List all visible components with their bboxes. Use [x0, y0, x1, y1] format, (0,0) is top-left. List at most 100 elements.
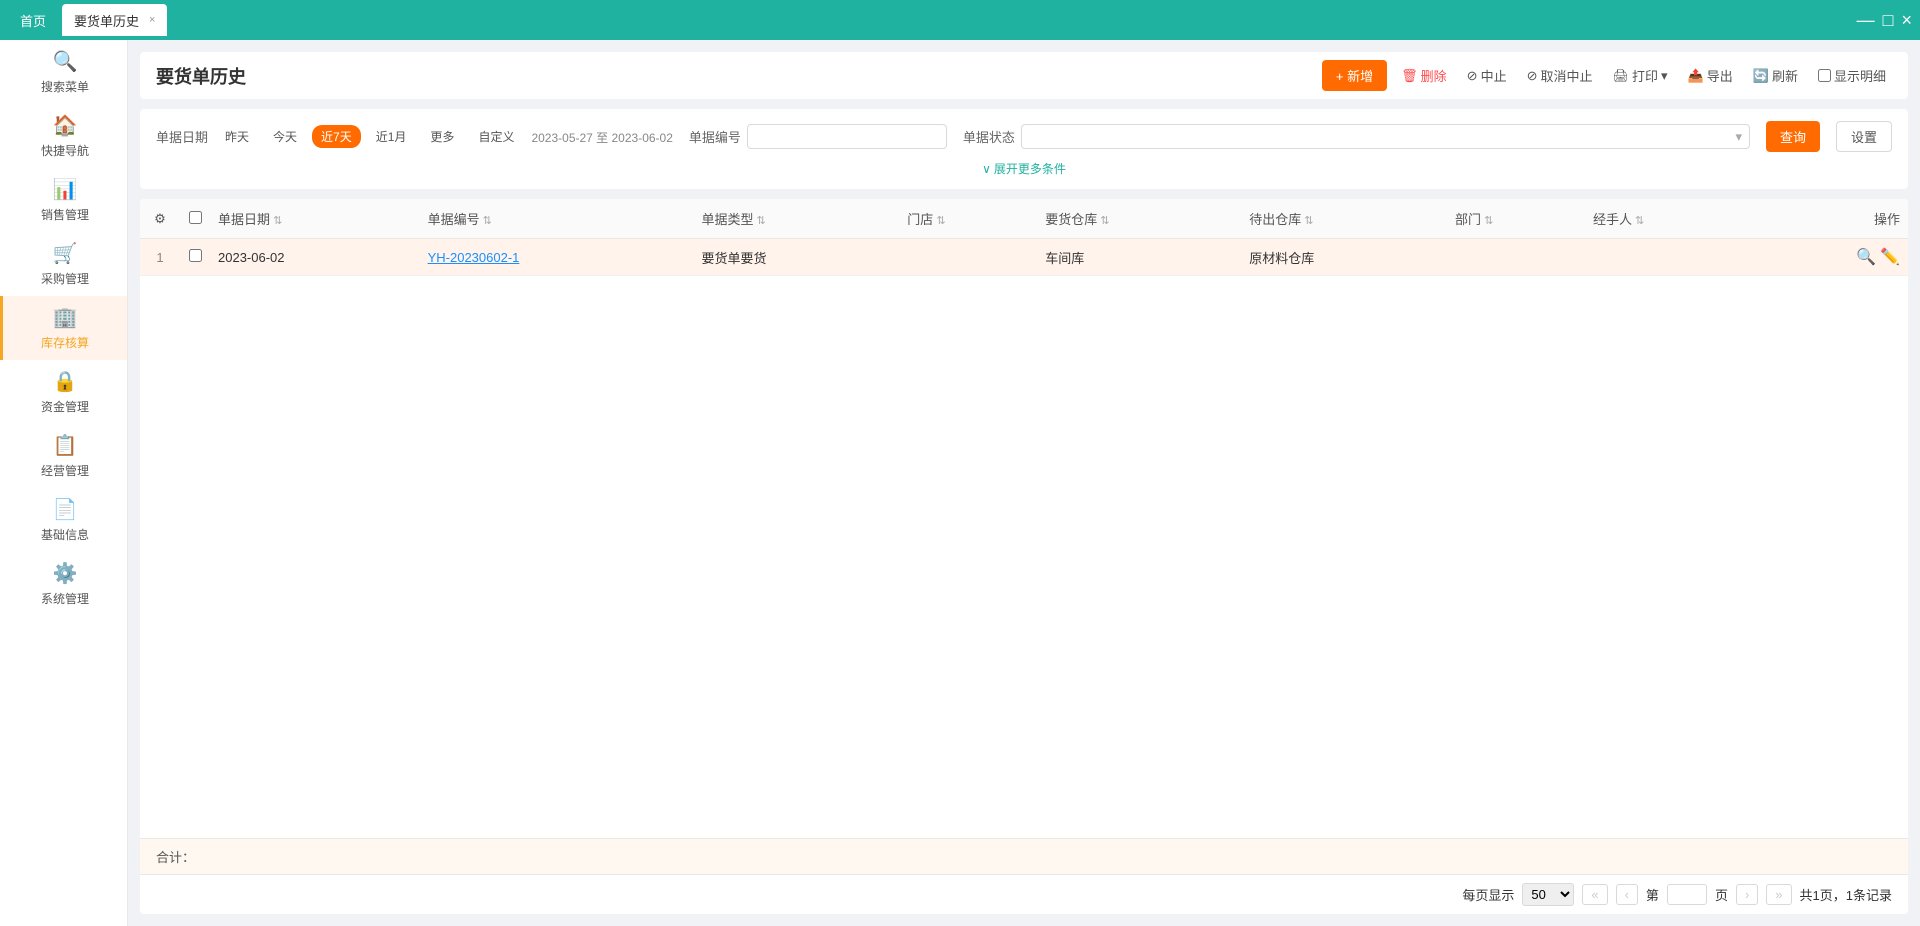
col-doctype[interactable]: 单据类型 — [693, 199, 899, 239]
date-btn-more[interactable]: 更多 — [421, 125, 463, 148]
first-page-button[interactable]: « — [1582, 884, 1607, 905]
delete-label: 删除 — [1421, 66, 1447, 85]
close-window-icon[interactable]: × — [1901, 10, 1912, 31]
print-button[interactable]: 🖨 打印 ▾ — [1607, 62, 1674, 89]
sidebar-item-search-label: 搜索菜单 — [41, 78, 89, 95]
lock-icon: 🔒 — [53, 369, 78, 394]
chart-icon: 📊 — [53, 177, 78, 202]
sidebar-item-purchase-label: 采购管理 — [41, 270, 89, 287]
prev-page-button[interactable]: ‹ — [1616, 884, 1638, 905]
display-detail-button[interactable]: 显示明细 — [1812, 62, 1892, 89]
unsuspend-button[interactable]: ⊘ 取消中止 — [1521, 62, 1599, 89]
status-select[interactable] — [1021, 124, 1750, 149]
doc-icon: 📄 — [53, 497, 78, 522]
date-btn-yesterday[interactable]: 昨天 — [216, 125, 258, 148]
docno-input[interactable] — [747, 124, 947, 149]
tab-close-icon[interactable]: × — [149, 14, 155, 26]
suspend-button[interactable]: ⊘ 中止 — [1461, 62, 1513, 89]
sidebar-item-quicknav[interactable]: 🏠 快捷导航 — [0, 104, 127, 168]
col-handler[interactable]: 经手人 — [1585, 199, 1756, 239]
sidebar-item-search[interactable]: 🔍 搜索菜单 — [0, 40, 127, 104]
col-store[interactable]: 门店 — [899, 199, 1037, 239]
col-department[interactable]: 部门 — [1447, 199, 1585, 239]
date-filter-label: 单据日期 — [156, 127, 208, 146]
last-page-button[interactable]: » — [1766, 884, 1791, 905]
sidebar-item-purchase[interactable]: 🛒 采购管理 — [0, 232, 127, 296]
main-layout: 🔍 搜索菜单 🏠 快捷导航 📊 销售管理 🛒 采购管理 🏢 库存核算 🔒 资金管… — [0, 40, 1920, 926]
new-button[interactable]: + 新增 — [1322, 60, 1387, 91]
gear-icon: ⚙️ — [53, 561, 78, 586]
table-area: ⚙ 单据日期 单据编号 单据类型 门店 要货仓库 待出仓库 部门 — [140, 199, 1908, 914]
tab-home[interactable]: 首页 — [8, 4, 58, 36]
maximize-icon[interactable]: □ — [1883, 10, 1894, 31]
row-pending-warehouse: 原材料仓库 — [1241, 239, 1447, 276]
page-title: 要货单历史 — [156, 63, 246, 89]
next-page-button[interactable]: › — [1736, 884, 1758, 905]
date-btn-custom[interactable]: 自定义 — [469, 125, 523, 148]
col-pending-warehouse[interactable]: 待出仓库 — [1241, 199, 1447, 239]
expand-more-button[interactable]: ∨ 展开更多条件 — [982, 160, 1066, 177]
sidebar-item-inventory[interactable]: 🏢 库存核算 — [0, 296, 127, 360]
per-page-select[interactable]: 50 10 20 100 — [1522, 883, 1574, 906]
display-detail-checkbox[interactable] — [1818, 69, 1831, 82]
print-dropdown-icon: ▾ — [1661, 68, 1668, 84]
refresh-button[interactable]: 🔄 刷新 — [1747, 62, 1804, 89]
row-docno[interactable]: YH-20230602-1 — [420, 239, 694, 276]
row-docno-link[interactable]: YH-20230602-1 — [428, 250, 520, 265]
suspend-label: 中止 — [1481, 66, 1507, 85]
sidebar-item-finance[interactable]: 🔒 资金管理 — [0, 360, 127, 424]
row-actions: 🔍 ✏️ — [1756, 239, 1908, 276]
content-area: 要货单历史 + 新增 🗑 删除 ⊘ 中止 ⊘ 取消中止 🖨 打印 — [128, 40, 1920, 926]
view-icon[interactable]: 🔍 — [1856, 247, 1876, 267]
suspend-icon: ⊘ — [1467, 68, 1478, 84]
export-button[interactable]: 📤 导出 — [1682, 62, 1739, 89]
export-icon: 📤 — [1688, 68, 1704, 84]
row-checkbox[interactable] — [189, 249, 202, 262]
status-filter-label: 单据状态 — [963, 127, 1015, 146]
action-icons: 🔍 ✏️ — [1764, 247, 1900, 267]
col-docno[interactable]: 单据编号 — [420, 199, 694, 239]
col-req-warehouse[interactable]: 要货仓库 — [1037, 199, 1241, 239]
tab-active[interactable]: 要货单历史 × — [62, 4, 167, 36]
sidebar-item-system[interactable]: ⚙️ 系统管理 — [0, 552, 127, 616]
row-checkbox-cell — [180, 239, 210, 276]
col-actions: 操作 — [1756, 199, 1908, 239]
expand-chevron-icon: ∨ — [982, 162, 991, 176]
select-all-checkbox[interactable] — [189, 211, 202, 224]
page-input[interactable]: 1 — [1667, 884, 1707, 905]
date-btn-1month[interactable]: 近1月 — [367, 125, 416, 148]
page-header: 要货单历史 + 新增 🗑 删除 ⊘ 中止 ⊘ 取消中止 🖨 打印 — [140, 52, 1908, 99]
sidebar-item-finance-label: 资金管理 — [41, 398, 89, 415]
per-page-label: 每页显示 — [1462, 885, 1514, 904]
unsuspend-icon: ⊘ — [1527, 68, 1538, 84]
sidebar-item-basic[interactable]: 📄 基础信息 — [0, 488, 127, 552]
sidebar-item-sales[interactable]: 📊 销售管理 — [0, 168, 127, 232]
col-settings[interactable]: ⚙ — [140, 199, 180, 239]
sidebar-item-quicknav-label: 快捷导航 — [41, 142, 89, 159]
col-date[interactable]: 单据日期 — [210, 199, 420, 239]
minimize-icon[interactable]: — — [1857, 10, 1875, 31]
footer-total-label: 合计： — [156, 850, 195, 865]
row-date: 2023-06-02 — [210, 239, 420, 276]
page-suffix: 页 — [1715, 885, 1728, 904]
table-row: 1 2023-06-02 YH-20230602-1 要货单要货 车间库 — [140, 239, 1908, 276]
date-range-display: 2023-05-27 至 2023-06-02 — [531, 129, 672, 146]
refresh-label: 刷新 — [1772, 66, 1798, 85]
settings-gear-icon[interactable]: ⚙ — [154, 211, 166, 226]
query-button[interactable]: 查询 — [1766, 121, 1820, 152]
pagination: 每页显示 50 10 20 100 « ‹ 第 1 页 › » 共1页，1条记录 — [140, 874, 1908, 914]
date-btn-7days[interactable]: 近7天 — [312, 125, 361, 148]
tab-bar: 首页 要货单历史 × — [8, 4, 1857, 36]
delete-button[interactable]: 🗑 删除 — [1395, 62, 1453, 89]
print-icon: 🖨 — [1613, 68, 1630, 84]
sidebar-item-operations-label: 经营管理 — [41, 462, 89, 479]
row-department — [1447, 239, 1585, 276]
print-label: 打印 — [1632, 66, 1658, 85]
sidebar-item-operations[interactable]: 📋 经营管理 — [0, 424, 127, 488]
edit-icon[interactable]: ✏️ — [1880, 247, 1900, 267]
toolbar: + 新增 🗑 删除 ⊘ 中止 ⊘ 取消中止 🖨 打印 ▾ — [1322, 60, 1892, 91]
settings-button[interactable]: 设置 — [1836, 121, 1892, 152]
row-req-warehouse: 车间库 — [1037, 239, 1241, 276]
date-btn-today[interactable]: 今天 — [264, 125, 306, 148]
col-checkbox — [180, 199, 210, 239]
